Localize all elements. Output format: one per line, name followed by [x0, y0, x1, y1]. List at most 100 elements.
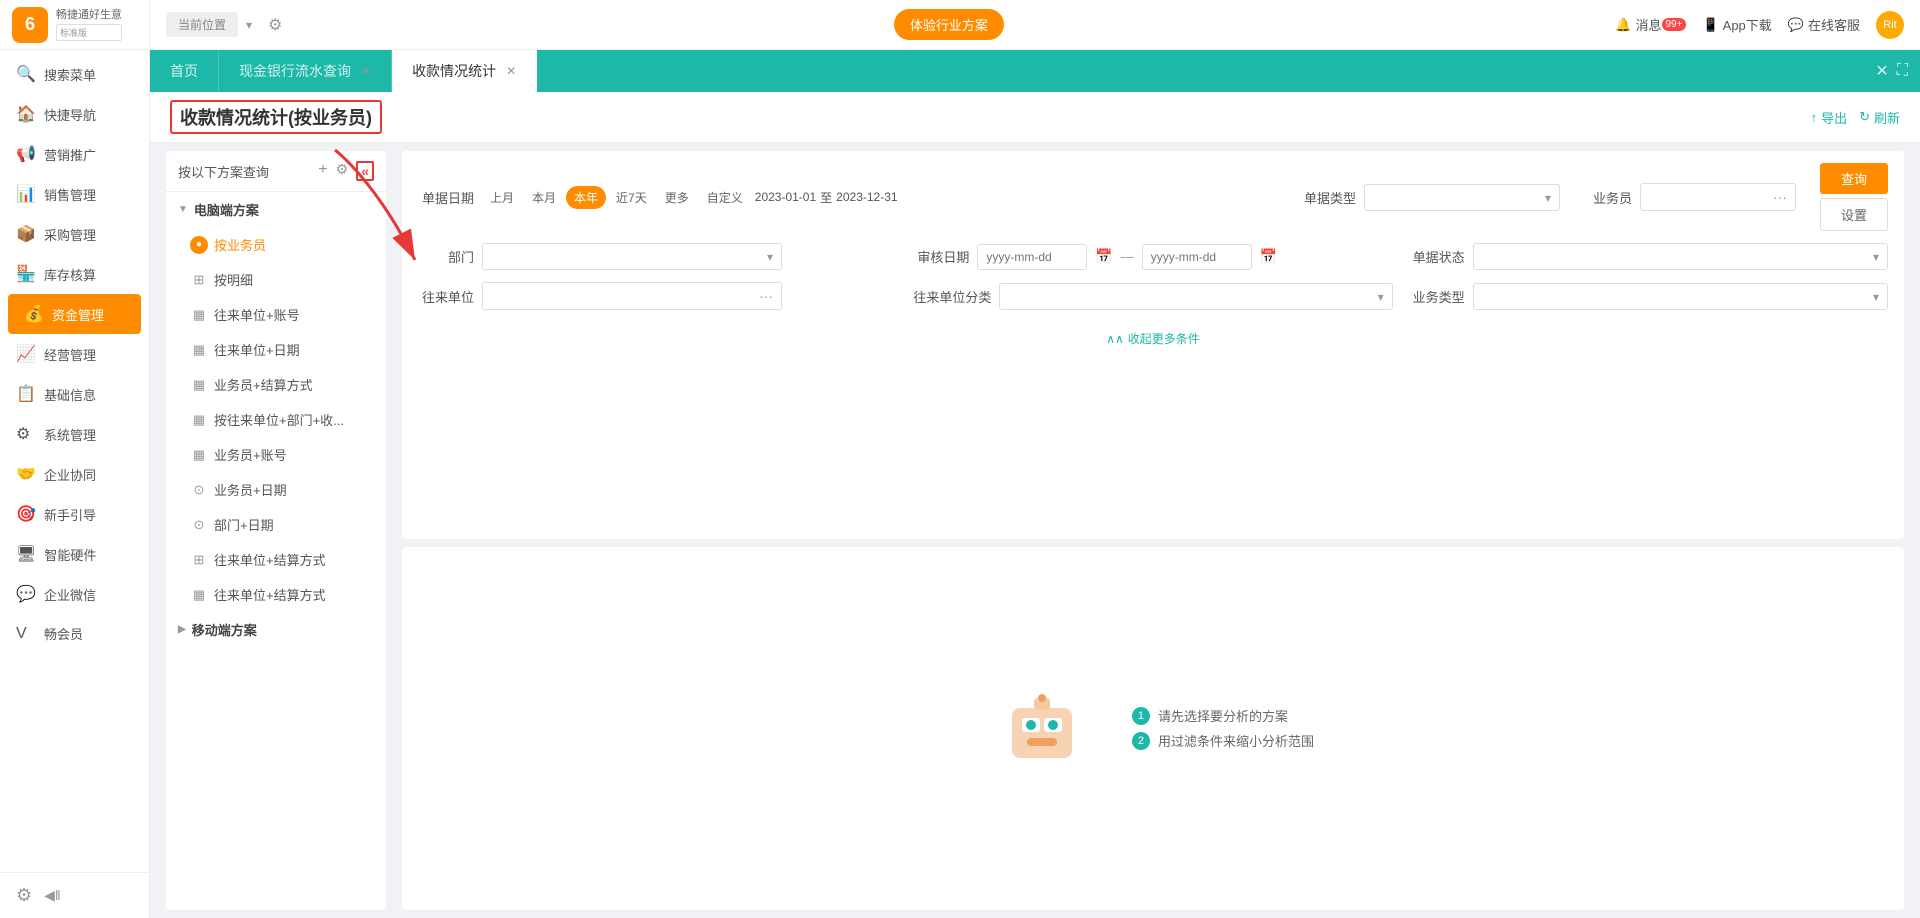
user-avatar[interactable]: Rit — [1876, 11, 1904, 39]
app-download-label: App下载 — [1723, 15, 1772, 34]
dept-date-icon: ⊙ — [190, 516, 208, 534]
date-tab-thisyear[interactable]: 本年 — [566, 186, 606, 209]
export-button[interactable]: ↑ 导出 — [1811, 108, 1848, 127]
salesman-label: 业务员 — [1576, 188, 1632, 207]
scheme-item-partner-settle2-label: 往来单位+结算方式 — [214, 585, 326, 604]
collapse-up-icon: ∧∧ — [1106, 332, 1124, 346]
cal-end-icon[interactable]: 📅 — [1260, 248, 1277, 265]
page-header: 收款情况统计(按业务员) ↑ 导出 ↻ 刷新 — [150, 92, 1920, 143]
scheme-item-detail[interactable]: ⊞ 按明细 — [166, 262, 386, 297]
empty-state: 1 请先选择要分析的方案 2 用过滤条件来缩小分析范围 — [402, 547, 1904, 911]
tab-bank[interactable]: 现金银行流水查询 ✕ — [219, 50, 392, 92]
scheme-item-salesman-settle[interactable]: ▦ 业务员+结算方式 — [166, 367, 386, 402]
scheme-group-mobile: ▶ 移动端方案 — [166, 612, 386, 647]
scheme-item-salesman-account[interactable]: ▦ 业务员+账号 — [166, 437, 386, 472]
app-download-button[interactable]: 📱 App下载 — [1702, 15, 1771, 34]
sidebar-item-newbie[interactable]: 🎯 新手引导 — [0, 494, 149, 534]
sidebar-label-quicknav: 快捷导航 — [44, 105, 96, 124]
sidebar-item-warehouse[interactable]: 🏪 库存核算 — [0, 254, 149, 294]
doc-type-select[interactable] — [1364, 184, 1560, 211]
sidebar-item-capital[interactable]: 💰 资金管理 — [8, 294, 141, 334]
app-name: 畅捷通好生意 — [56, 8, 122, 23]
salesman-active-icon: ● — [190, 236, 208, 254]
window-close-icon[interactable]: ✕ — [1875, 61, 1888, 81]
scheme-item-dept-date[interactable]: ⊙ 部门+日期 — [166, 507, 386, 542]
scheme-item-salesman-date[interactable]: ⊙ 业务员+日期 — [166, 472, 386, 507]
header-settings-icon[interactable]: ⚙ — [268, 15, 282, 35]
review-date-end-input[interactable] — [1142, 244, 1252, 270]
partner-select[interactable]: ··· — [482, 282, 782, 310]
dropdown-arrow-icon[interactable]: ▾ — [246, 18, 252, 32]
sidebar-item-search[interactable]: 🔍 搜索菜单 — [0, 54, 149, 94]
partner-category-select[interactable] — [999, 283, 1392, 310]
tab-collection[interactable]: 收款情况统计 ✕ — [392, 50, 537, 92]
scheme-item-dept-date-label: 部门+日期 — [214, 515, 274, 534]
empty-step-1: 1 请先选择要分析的方案 — [1132, 706, 1314, 725]
sidebar-item-system[interactable]: ⚙ 系统管理 — [0, 414, 149, 454]
scheme-item-salesman[interactable]: ● 按业务员 — [166, 227, 386, 262]
partner-settle2-icon: ▦ — [190, 586, 208, 604]
trial-industry-button[interactable]: 体验行业方案 — [894, 9, 1004, 40]
scheme-group-mobile-header[interactable]: ▶ 移动端方案 — [166, 612, 386, 647]
sidebar-settings-icon[interactable]: ⚙ — [16, 885, 32, 906]
sidebar-item-purchase[interactable]: 📦 采购管理 — [0, 214, 149, 254]
sidebar-label-basic: 基础信息 — [44, 385, 96, 404]
scheme-item-salesman-settle-label: 业务员+结算方式 — [214, 375, 313, 394]
scheme-item-partner-account[interactable]: ▦ 往来单位+账号 — [166, 297, 386, 332]
date-tab-more[interactable]: 更多 — [657, 186, 697, 209]
sidebar-item-corp[interactable]: 🤝 企业协同 — [0, 454, 149, 494]
pc-group-arrow-icon: ▼ — [178, 204, 188, 215]
doc-status-select[interactable] — [1473, 243, 1888, 270]
scheme-settings-icon[interactable]: ⚙ — [336, 161, 349, 181]
sidebar-collapse-icon[interactable]: ◀‖ — [44, 887, 61, 904]
tab-collection-close-icon[interactable]: ✕ — [506, 64, 516, 78]
filter-row-1: 单据日期 上月 本月 本年 近7天 更多 自定义 — [418, 163, 1888, 231]
dept-select[interactable] — [482, 243, 782, 270]
sidebar-item-hardware[interactable]: 🖥 智能硬件 — [0, 534, 149, 574]
partner-category-field: 往来单位分类 — [913, 283, 1392, 310]
sidebar-item-marketing[interactable]: 📢 营销推广 — [0, 134, 149, 174]
tab-bank-close-icon[interactable]: ✕ — [361, 64, 371, 78]
sidebar-label-marketing: 营销推广 — [44, 145, 96, 164]
salesman-more-icon[interactable]: ··· — [1773, 189, 1787, 205]
query-button[interactable]: 查询 — [1820, 163, 1888, 194]
salesman-select[interactable]: ··· — [1640, 183, 1796, 211]
wechat-icon: 💬 — [16, 584, 36, 604]
sidebar-item-quicknav[interactable]: 🏠 快捷导航 — [0, 94, 149, 134]
date-tab-custom[interactable]: 自定义 — [699, 186, 751, 209]
date-tab-7days[interactable]: 近7天 — [608, 186, 655, 209]
system-icon: ⚙ — [16, 424, 36, 444]
mobile-group-label: 移动端方案 — [192, 620, 257, 639]
refresh-button[interactable]: ↻ 刷新 — [1859, 108, 1900, 127]
collapse-bar[interactable]: ∧∧ 收起更多条件 — [418, 322, 1888, 355]
scheme-item-partner-settle2[interactable]: ▦ 往来单位+结算方式 — [166, 577, 386, 612]
set-button[interactable]: 设置 — [1820, 198, 1888, 231]
content-area: 收款情况统计(按业务员) ↑ 导出 ↻ 刷新 按以下方案查询 + — [150, 92, 1920, 918]
sidebar-item-basic[interactable]: 📋 基础信息 — [0, 374, 149, 414]
review-date-start-input[interactable] — [977, 244, 1087, 270]
cal-start-icon[interactable]: 📅 — [1095, 248, 1112, 265]
date-tab-thismonth[interactable]: 本月 — [524, 186, 564, 209]
sidebar-item-business[interactable]: 📈 经营管理 — [0, 334, 149, 374]
sidebar-item-member[interactable]: V 畅会员 — [0, 614, 149, 653]
scheme-add-icon[interactable]: + — [318, 161, 327, 181]
window-expand-icon[interactable]: ⛶ — [1897, 62, 1908, 80]
sidebar-item-wechat[interactable]: 💬 企业微信 — [0, 574, 149, 614]
sidebar-item-sales[interactable]: 📊 销售管理 — [0, 174, 149, 214]
online-service-button[interactable]: 💬 在线客服 — [1788, 15, 1860, 34]
scheme-group-pc-header[interactable]: ▼ 电脑端方案 — [166, 192, 386, 227]
notification-button[interactable]: 🔔 消息 99+ — [1615, 15, 1686, 34]
scheme-item-partner-settle1[interactable]: ⊞ 往来单位+结算方式 — [166, 542, 386, 577]
biz-type-select[interactable] — [1473, 283, 1888, 310]
date-tabs: 上月 本月 本年 近7天 更多 自定义 — [482, 186, 751, 209]
date-tab-lastmonth[interactable]: 上月 — [482, 186, 522, 209]
scheme-item-partner-dept[interactable]: ▦ 按往来单位+部门+收... — [166, 402, 386, 437]
page-title: 收款情况统计(按业务员) — [170, 100, 382, 134]
scheme-item-partner-date[interactable]: ▦ 往来单位+日期 — [166, 332, 386, 367]
doc-status-field: 单据状态 — [1409, 243, 1888, 270]
search-icon: 🔍 — [16, 64, 36, 84]
tab-home[interactable]: 首页 — [150, 50, 219, 92]
partner-more-icon[interactable]: ··· — [759, 288, 773, 304]
collapse-label: 收起更多条件 — [1128, 330, 1200, 347]
scheme-collapse-icon[interactable]: « — [356, 161, 374, 181]
